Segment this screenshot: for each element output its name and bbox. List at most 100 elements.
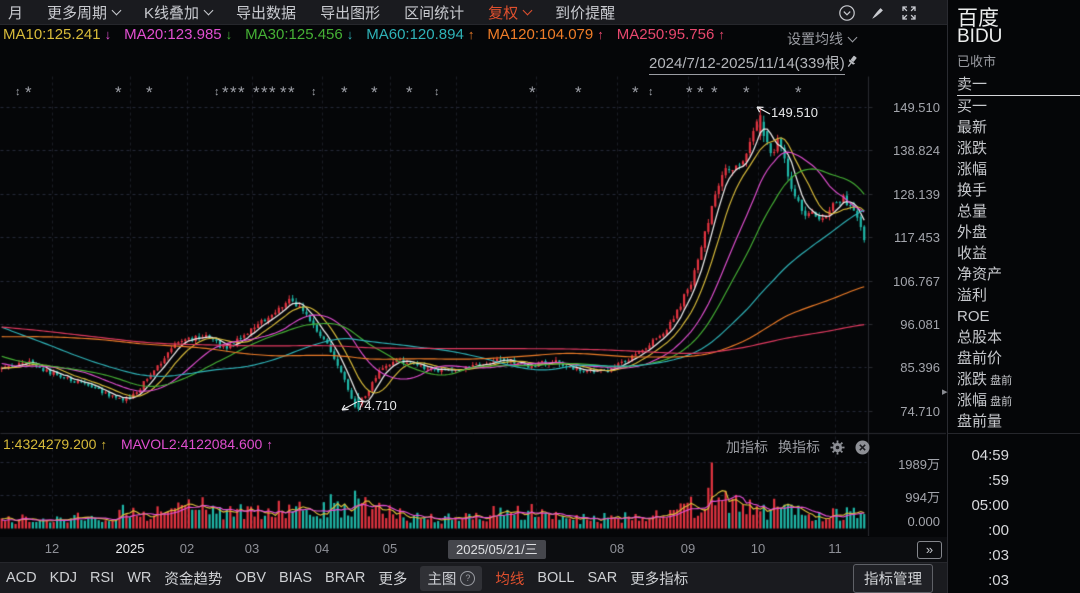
time-axis-label: 03	[245, 541, 259, 556]
tab-更多指标[interactable]: 更多指标	[630, 568, 688, 589]
tab-bias[interactable]: BIAS	[279, 570, 312, 586]
switch-indicator-button[interactable]: 换指标	[778, 437, 820, 457]
indicator-tabbar: ACD KDJ RSI WR 资金趋势 OBV BIAS BRAR 更多主图? 均线 BOLL SAR…	[0, 562, 947, 593]
price-tick-label: 85.396	[872, 360, 940, 375]
event-marker-icon[interactable]: *	[406, 83, 413, 103]
event-marker-icon[interactable]: ↕	[214, 86, 220, 98]
market-status: 已收市	[957, 51, 996, 70]
tab-acd[interactable]: ACD	[6, 570, 37, 586]
quote-field-label: 净资产	[957, 264, 1080, 285]
ma-value-label: MA10:125.241	[3, 26, 101, 43]
tab-均线[interactable]: 均线	[495, 568, 524, 589]
tab-kdj[interactable]: KDJ	[50, 570, 77, 586]
trade-time: :00	[957, 518, 1009, 543]
event-marker-icon[interactable]: *	[341, 83, 348, 103]
event-marker-icon[interactable]: *	[795, 83, 802, 103]
tab-更多[interactable]: 更多	[378, 568, 407, 589]
date-range-label[interactable]: 2024/7/12-2025/11/14(339根)	[649, 52, 845, 75]
ma-value-5: MA120:104.079↑	[487, 26, 603, 43]
event-marker-icon[interactable]: *	[288, 83, 295, 103]
ma-settings-label: 设置均线	[787, 29, 843, 49]
event-marker-icon[interactable]: *	[280, 83, 287, 103]
add-indicator-button[interactable]: 加指标	[726, 437, 768, 457]
trend-arrow-icon: ↑	[266, 437, 273, 452]
toolbar-item-1[interactable]: 月	[8, 2, 23, 23]
event-marker-icon[interactable]: *	[575, 83, 582, 103]
event-marker-icon[interactable]: ↕	[648, 86, 654, 98]
price-tick-label: 106.767	[872, 274, 940, 289]
event-marker-icon[interactable]: *	[25, 83, 32, 103]
event-marker-icon[interactable]: *	[115, 83, 122, 103]
time-axis-label: 02	[180, 541, 194, 556]
toolbar-item-4[interactable]: 导出数据	[236, 2, 296, 23]
price-tick-label: 74.710	[872, 404, 940, 419]
toolbar-item-7[interactable]: 复权	[488, 2, 531, 23]
tab-wr[interactable]: WR	[127, 570, 151, 586]
toolbar-icons	[838, 0, 918, 25]
volume-tick-label: 0.000	[872, 514, 940, 529]
main-chart-label: 主图	[427, 568, 456, 589]
volume-tick-label: 994万	[872, 487, 940, 506]
history-icon[interactable]	[838, 4, 856, 22]
price-tick-label: 117.453	[872, 230, 940, 245]
close-pane-icon[interactable]	[855, 440, 870, 455]
quote-field-label: ROE	[957, 306, 1080, 327]
tab-brar[interactable]: BRAR	[325, 570, 365, 586]
event-marker-icon[interactable]: *	[686, 83, 693, 103]
mavol-value-label: MAVOL2:4122084.600	[121, 436, 262, 452]
time-axis-label: 12	[45, 541, 59, 556]
indicator-manage-button[interactable]: 指标管理	[853, 564, 933, 593]
tab-rsi[interactable]: RSI	[90, 570, 114, 586]
event-marker-icon[interactable]: *	[371, 83, 378, 103]
event-marker-icon[interactable]: ↕	[434, 86, 440, 98]
event-marker-icon[interactable]: ↕	[311, 86, 317, 98]
event-marker-icon[interactable]: *	[697, 83, 704, 103]
help-icon[interactable]: ?	[460, 571, 475, 586]
time-axis-label: 2025	[116, 541, 145, 556]
trend-arrow-icon: ↓	[226, 27, 233, 42]
event-marker-icon[interactable]: *	[743, 83, 750, 103]
trend-arrow-icon: ↑	[468, 27, 475, 42]
toolbar-item-3[interactable]: K线叠加	[144, 2, 212, 23]
event-marker-icon[interactable]: *	[261, 83, 268, 103]
fullscreen-icon[interactable]	[900, 4, 918, 22]
chevron-down-icon	[523, 6, 533, 16]
pin-icon[interactable]	[845, 54, 860, 69]
toolbar-item-8[interactable]: 到价提醒	[555, 2, 615, 23]
quote-field-label: 外盘	[957, 222, 1080, 243]
event-marker-icon[interactable]: *	[238, 83, 245, 103]
main-chart-pill[interactable]: 主图?	[420, 566, 482, 591]
tab-obv[interactable]: OBV	[235, 570, 266, 586]
toolbar-item-6[interactable]: 区间统计	[404, 2, 464, 23]
collapse-handle-icon[interactable]: ▸	[942, 385, 948, 398]
selected-date-box[interactable]: 2025/05/21/三	[448, 540, 546, 559]
price-tick-label: 149.510	[872, 100, 940, 115]
event-marker-icon[interactable]: *	[632, 83, 639, 103]
quote-fields: 卖一买一最新涨跌涨幅换手总量外盘收益净资产溢利ROE总股本盘前价涨跌 盘前涨幅 …	[957, 74, 1080, 432]
toolbar-item-2[interactable]: 更多周期	[47, 2, 120, 23]
event-marker-icon[interactable]: *	[253, 83, 260, 103]
trend-arrow-icon: ↓	[347, 27, 354, 42]
quote-field-label: 总股本	[957, 327, 1080, 348]
ma-value-4: MA60:120.894↑	[366, 26, 474, 43]
tab-资金趋势[interactable]: 资金趋势	[164, 568, 222, 589]
event-marker-icon[interactable]: ↕	[15, 86, 21, 98]
low-annotation-arrow-icon	[338, 400, 358, 412]
gear-icon[interactable]	[830, 440, 845, 455]
quote-field-label: 收益	[957, 243, 1080, 264]
event-marker-icon[interactable]: *	[230, 83, 237, 103]
event-marker-icon[interactable]: *	[711, 83, 718, 103]
tab-boll[interactable]: BOLL	[537, 570, 574, 586]
event-marker-icon[interactable]: *	[222, 83, 229, 103]
brush-icon[interactable]	[869, 4, 887, 22]
toolbar-item-5[interactable]: 导出图形	[320, 2, 380, 23]
quote-field-label: 盘前量	[957, 411, 1080, 432]
ma-value-6: MA250:95.756↑	[617, 26, 725, 43]
event-marker-icon[interactable]: *	[269, 83, 276, 103]
event-marker-icon[interactable]: *	[146, 83, 153, 103]
fast-forward-button[interactable]: »	[917, 541, 942, 559]
event-marker-icon[interactable]: *	[529, 83, 536, 103]
ma-settings-button[interactable]: 设置均线	[787, 29, 856, 49]
ma-value-label: MA30:125.456	[245, 26, 343, 43]
tab-sar[interactable]: SAR	[587, 570, 617, 586]
